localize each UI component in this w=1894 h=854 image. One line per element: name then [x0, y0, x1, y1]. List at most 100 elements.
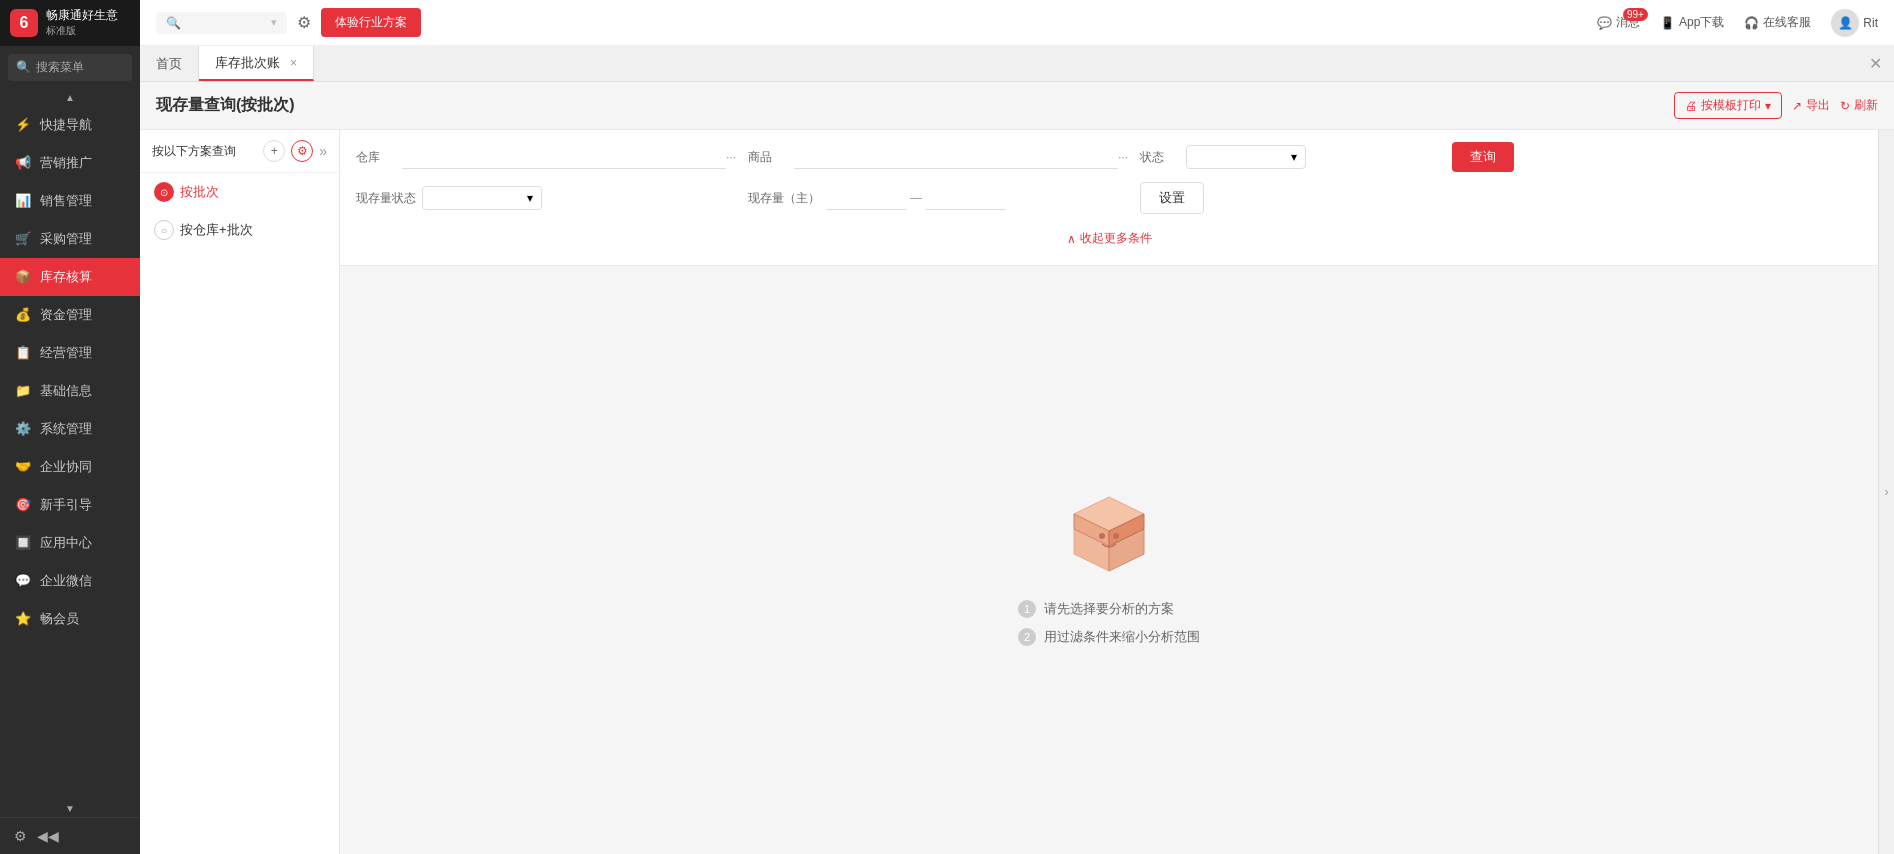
purchase-label: 采购管理 [40, 230, 92, 248]
quick-nav-label: 快捷导航 [40, 116, 92, 134]
refresh-label: 刷新 [1854, 97, 1878, 114]
topbar-dropdown-icon[interactable]: ▾ [271, 16, 277, 29]
sidebar-item-wechat[interactable]: 💬 企业微信 [0, 562, 140, 600]
sidebar-item-inventory[interactable]: 📦 库存核算 [0, 258, 140, 296]
customer-service-button[interactable]: 🎧 在线客服 [1744, 14, 1811, 31]
left-panel-collapse-button[interactable]: » [319, 143, 327, 159]
tab-inventory-batch[interactable]: 库存批次账 × [199, 46, 314, 81]
left-panel: 按以下方案查询 + ⚙ » ⊙ 按批次 [140, 130, 340, 854]
sidebar-item-marketing[interactable]: 📢 营销推广 [0, 144, 140, 182]
product-filter: 商品 ··· [748, 146, 1128, 169]
page-actions: 🖨 按模板打印 ▾ ↗ 导出 ↻ 刷新 [1674, 92, 1878, 119]
app-center-icon: 🔲 [14, 534, 32, 552]
sidebar-item-newbie[interactable]: 🎯 新手引导 [0, 486, 140, 524]
messages-button[interactable]: 💬 消息 99+ [1597, 14, 1640, 31]
finance-label: 资金管理 [40, 306, 92, 324]
add-plan-button[interactable]: + [263, 140, 285, 162]
sales-icon: 📊 [14, 192, 32, 210]
status-dropdown[interactable]: ▾ [1186, 145, 1306, 169]
filter-row-1: 仓库 ··· 商品 ··· 状态 [356, 142, 1862, 172]
marketing-icon: 📢 [14, 154, 32, 172]
sidebar-item-app-center[interactable]: 🔲 应用中心 [0, 524, 140, 562]
tab-close-button[interactable]: × [290, 56, 297, 70]
query-button[interactable]: 查询 [1452, 142, 1514, 172]
plan-warehouse-icon: ○ [154, 220, 174, 240]
collapse-more-button[interactable]: ∧ 收起更多条件 [356, 224, 1862, 253]
collapse-icon: ∧ [1067, 232, 1076, 246]
sidebar-item-enterprise[interactable]: 🤝 企业协同 [0, 448, 140, 486]
sidebar-item-membership[interactable]: ⭐ 畅会员 [0, 600, 140, 638]
app-download-button[interactable]: 📱 App下载 [1660, 14, 1724, 31]
plan-item-warehouse-batch[interactable]: ○ 按仓库+批次 [140, 211, 339, 249]
sidebar-search-label: 搜索菜单 [36, 59, 84, 76]
enterprise-icon: 🤝 [14, 458, 32, 476]
newbie-icon: 🎯 [14, 496, 32, 514]
sidebar-item-basic[interactable]: 📁 基础信息 [0, 372, 140, 410]
sidebar-item-sales[interactable]: 📊 销售管理 [0, 182, 140, 220]
sidebar-item-system[interactable]: ⚙️ 系统管理 [0, 410, 140, 448]
stock-status-dropdown[interactable]: ▾ [422, 186, 542, 210]
topbar-search-area[interactable]: 🔍 ▾ [156, 12, 287, 34]
empty-hint-1: 1 请先选择要分析的方案 [1018, 600, 1200, 618]
settings-icon: ⚙ [297, 144, 308, 158]
sidebar-item-finance[interactable]: 💰 资金管理 [0, 296, 140, 334]
tab-home[interactable]: 首页 [140, 46, 199, 81]
app-download-label: App下载 [1679, 14, 1724, 31]
app-logo: 6 [10, 9, 38, 37]
sidebar-item-quick-nav[interactable]: ⚡ 快捷导航 [0, 106, 140, 144]
scroll-up-button[interactable]: ▲ [0, 89, 140, 106]
product-input[interactable] [794, 146, 1118, 169]
tab-inventory-batch-label: 库存批次账 [215, 54, 280, 72]
sidebar-item-purchase[interactable]: 🛒 采购管理 [0, 220, 140, 258]
print-label: 按模板打印 [1701, 97, 1761, 114]
stock-qty-max-input[interactable] [926, 187, 1006, 210]
product-more-button[interactable]: ··· [1118, 150, 1128, 164]
sidebar-nav: ⚡ 快捷导航 📢 营销推广 📊 销售管理 🛒 采购管理 📦 库存核算 💰 资金管… [0, 106, 140, 800]
empty-hint-2: 2 用过滤条件来缩小分析范围 [1018, 628, 1200, 646]
stock-qty-min-input[interactable] [826, 187, 906, 210]
empty-illustration [1054, 474, 1164, 584]
plan-settings-button[interactable]: ⚙ [291, 140, 313, 162]
topbar-gear-icon[interactable]: ⚙ [297, 13, 311, 32]
sidebar-settings-icon[interactable]: ⚙ [14, 828, 27, 844]
stock-qty-divider: — [906, 191, 926, 205]
avatar-icon: 👤 [1838, 16, 1853, 30]
wechat-label: 企业微信 [40, 572, 92, 590]
main-content: 🔍 ▾ ⚙ 体验行业方案 💬 消息 99+ 📱 App下载 🎧 在线客服 [140, 0, 1894, 854]
purchase-icon: 🛒 [14, 230, 32, 248]
plan-batch-label: 按批次 [180, 183, 219, 201]
panel-close-button[interactable]: ✕ [1857, 46, 1894, 81]
operations-label: 经营管理 [40, 344, 92, 362]
sidebar-collapse-icon[interactable]: ◀◀ [37, 828, 59, 844]
right-edge-toggle[interactable]: › [1878, 130, 1894, 854]
export-label: 导出 [1806, 97, 1830, 114]
topbar-search-input[interactable] [186, 16, 266, 30]
settings-button[interactable]: 设置 [1140, 182, 1204, 214]
empty-svg-icon [1054, 474, 1164, 584]
status-dropdown-icon: ▾ [1291, 150, 1297, 164]
empty-hint-1-label: 请先选择要分析的方案 [1044, 600, 1174, 618]
messages-badge: 99+ [1623, 8, 1648, 21]
sidebar-search[interactable]: 🔍 搜索菜单 [8, 54, 132, 81]
warehouse-more-button[interactable]: ··· [726, 150, 736, 164]
export-button[interactable]: ↗ 导出 [1792, 97, 1830, 114]
warehouse-input[interactable] [402, 146, 726, 169]
scroll-down-button[interactable]: ▼ [0, 800, 140, 817]
operations-icon: 📋 [14, 344, 32, 362]
left-panel-title: 按以下方案查询 [152, 143, 236, 160]
finance-icon: 💰 [14, 306, 32, 324]
refresh-button[interactable]: ↻ 刷新 [1840, 97, 1878, 114]
print-dropdown-icon: ▾ [1765, 99, 1771, 113]
phone-icon: 📱 [1660, 16, 1675, 30]
sidebar-item-operations[interactable]: 📋 经营管理 [0, 334, 140, 372]
print-button[interactable]: 🖨 按模板打印 ▾ [1674, 92, 1782, 119]
customer-service-label: 在线客服 [1763, 14, 1811, 31]
membership-label: 畅会员 [40, 610, 79, 628]
trial-button[interactable]: 体验行业方案 [321, 8, 421, 37]
plan-item-batch[interactable]: ⊙ 按批次 [140, 173, 339, 211]
sidebar: 6 畅康通好生意 标准版 🔍 搜索菜单 ▲ ⚡ 快捷导航 📢 营销推广 📊 销售… [0, 0, 140, 854]
user-menu[interactable]: 👤 Rit [1831, 9, 1878, 37]
enterprise-label: 企业协同 [40, 458, 92, 476]
sales-label: 销售管理 [40, 192, 92, 210]
right-panel: 仓库 ··· 商品 ··· 状态 [340, 130, 1878, 854]
